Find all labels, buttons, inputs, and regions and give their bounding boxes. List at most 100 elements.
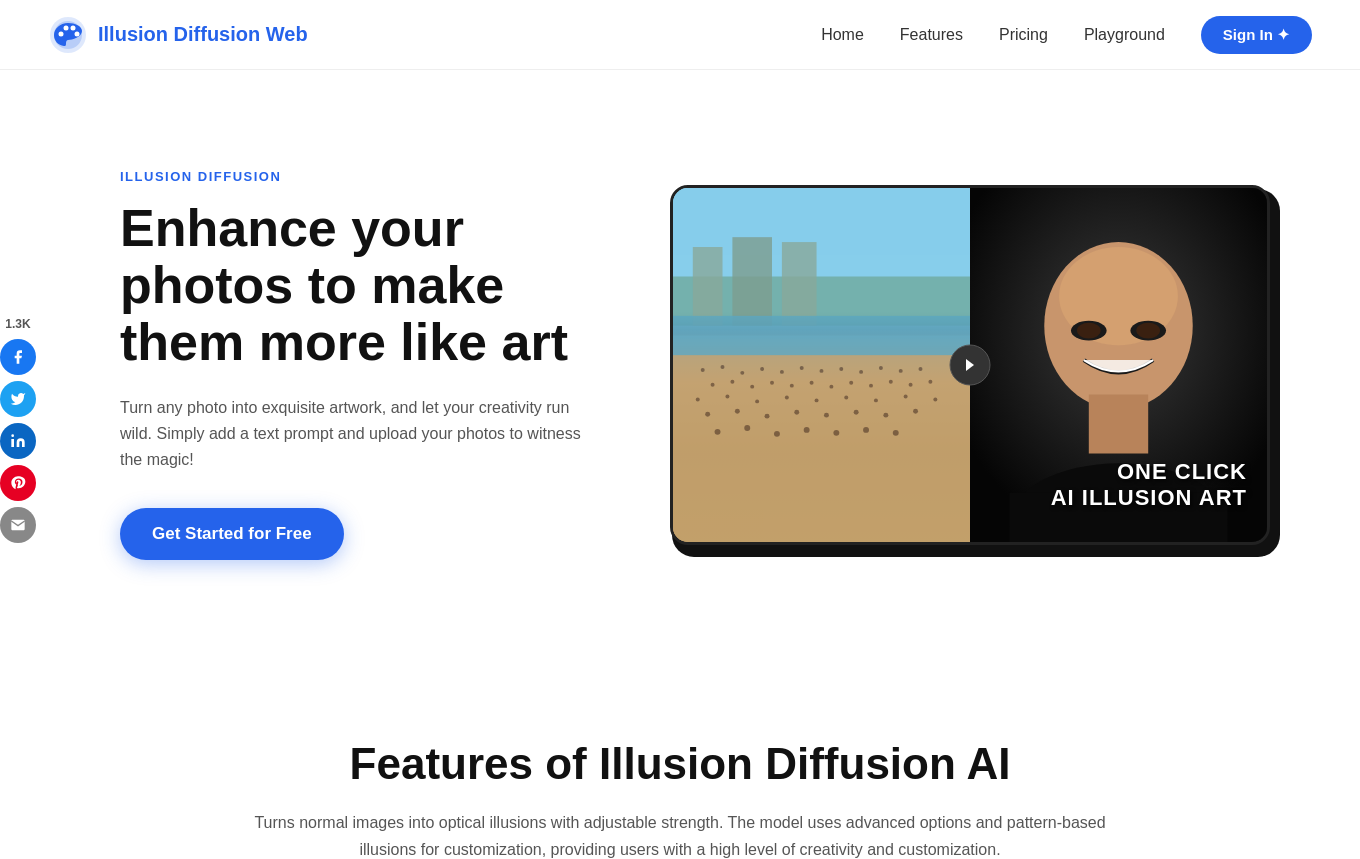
svg-point-30 [750, 384, 754, 388]
facebook-icon [10, 349, 26, 365]
portrait-image: ONE CLICK AI ILLUSION ART [970, 188, 1267, 542]
svg-point-45 [844, 395, 848, 399]
svg-point-33 [810, 380, 814, 384]
svg-rect-72 [1089, 394, 1148, 453]
svg-point-55 [883, 412, 888, 417]
hero-description: Turn any photo into exquisite artwork, a… [120, 395, 600, 472]
hero-label: ILLUSION DIFFUSION [120, 169, 640, 184]
pinterest-icon [10, 475, 26, 491]
social-sidebar: 1.3K [0, 309, 36, 551]
svg-point-71 [1136, 322, 1160, 338]
hero-content: ILLUSION DIFFUSION Enhance your photos t… [120, 169, 640, 560]
svg-point-19 [760, 366, 764, 370]
svg-point-52 [794, 409, 799, 414]
palette-icon [48, 15, 88, 55]
nav-playground[interactable]: Playground [1084, 26, 1165, 44]
features-title: Features of Illusion Diffusion AI [48, 739, 1312, 789]
image-text-line1: ONE CLICK [1051, 459, 1247, 485]
pinterest-share-button[interactable] [0, 465, 36, 501]
hero-title: Enhance your photos to make them more li… [120, 200, 640, 372]
svg-point-24 [859, 369, 863, 373]
linkedin-share-button[interactable] [0, 423, 36, 459]
hero-image-inner: ONE CLICK AI ILLUSION ART [673, 188, 1267, 542]
svg-point-44 [815, 398, 819, 402]
svg-point-35 [849, 380, 853, 384]
svg-point-37 [889, 379, 893, 383]
facebook-share-button[interactable] [0, 339, 36, 375]
svg-point-16 [701, 367, 705, 371]
svg-point-49 [705, 411, 710, 416]
svg-point-31 [770, 380, 774, 384]
svg-point-3 [64, 25, 69, 30]
svg-point-34 [829, 384, 833, 388]
nav-pricing[interactable]: Pricing [999, 26, 1048, 44]
svg-point-56 [913, 408, 918, 413]
svg-point-40 [696, 397, 700, 401]
image-text-overlay: ONE CLICK AI ILLUSION ART [1051, 459, 1247, 512]
svg-point-21 [800, 365, 804, 369]
navbar: Illusion Diffusion Web Home Features Pri… [0, 0, 1360, 70]
email-share-button[interactable] [0, 507, 36, 543]
svg-point-47 [904, 394, 908, 398]
svg-rect-12 [782, 242, 817, 326]
nav-features[interactable]: Features [900, 26, 963, 44]
svg-point-32 [790, 383, 794, 387]
svg-point-48 [933, 397, 937, 401]
svg-point-18 [740, 370, 744, 374]
svg-rect-10 [693, 247, 723, 326]
social-count: 1.3K [5, 317, 30, 331]
nav-links: Home Features Pricing Playground Sign In… [821, 16, 1312, 54]
svg-point-60 [804, 426, 810, 432]
get-started-button[interactable]: Get Started for Free [120, 508, 344, 560]
svg-point-39 [928, 379, 932, 383]
features-section: Features of Illusion Diffusion AI Turns … [0, 659, 1360, 859]
svg-point-46 [874, 398, 878, 402]
twitter-icon [10, 391, 26, 407]
svg-point-23 [839, 366, 843, 370]
features-description: Turns normal images into optical illusio… [230, 809, 1130, 859]
signin-button[interactable]: Sign In ✦ [1201, 16, 1312, 54]
svg-point-63 [893, 429, 899, 435]
svg-point-36 [869, 383, 873, 387]
crowd-visualization [673, 188, 970, 542]
svg-point-17 [721, 365, 725, 369]
svg-point-54 [854, 409, 859, 414]
arrow-divider [948, 343, 992, 387]
brand-name: Illusion Diffusion Web [98, 23, 308, 46]
linkedin-icon [10, 433, 26, 449]
arrow-icon [948, 343, 992, 387]
email-icon [10, 517, 26, 533]
image-text-line2: AI ILLUSION ART [1051, 485, 1247, 511]
svg-rect-6 [11, 439, 14, 447]
svg-rect-15 [673, 355, 970, 542]
hero-section: ILLUSION DIFFUSION Enhance your photos t… [0, 70, 1360, 659]
brand-logo[interactable]: Illusion Diffusion Web [48, 15, 308, 55]
svg-point-28 [711, 382, 715, 386]
hero-image-frame: ONE CLICK AI ILLUSION ART [670, 185, 1270, 545]
svg-point-22 [820, 368, 824, 372]
svg-point-38 [909, 382, 913, 386]
nav-home[interactable]: Home [821, 26, 864, 44]
twitter-share-button[interactable] [0, 381, 36, 417]
svg-point-41 [725, 394, 729, 398]
svg-point-5 [75, 31, 80, 36]
svg-point-42 [755, 399, 759, 403]
svg-point-29 [730, 379, 734, 383]
svg-point-27 [919, 366, 923, 370]
svg-point-20 [780, 369, 784, 373]
svg-point-50 [735, 408, 740, 413]
svg-rect-11 [732, 237, 772, 326]
svg-point-4 [71, 25, 76, 30]
svg-point-25 [879, 365, 883, 369]
svg-point-26 [899, 368, 903, 372]
svg-point-59 [774, 430, 780, 436]
hero-image-container: ONE CLICK AI ILLUSION ART [660, 185, 1280, 545]
svg-point-53 [824, 412, 829, 417]
svg-point-7 [11, 434, 14, 437]
beach-image [673, 188, 970, 542]
svg-point-70 [1077, 322, 1101, 338]
svg-point-57 [715, 428, 721, 434]
svg-point-43 [785, 395, 789, 399]
svg-point-62 [863, 426, 869, 432]
svg-point-51 [765, 413, 770, 418]
